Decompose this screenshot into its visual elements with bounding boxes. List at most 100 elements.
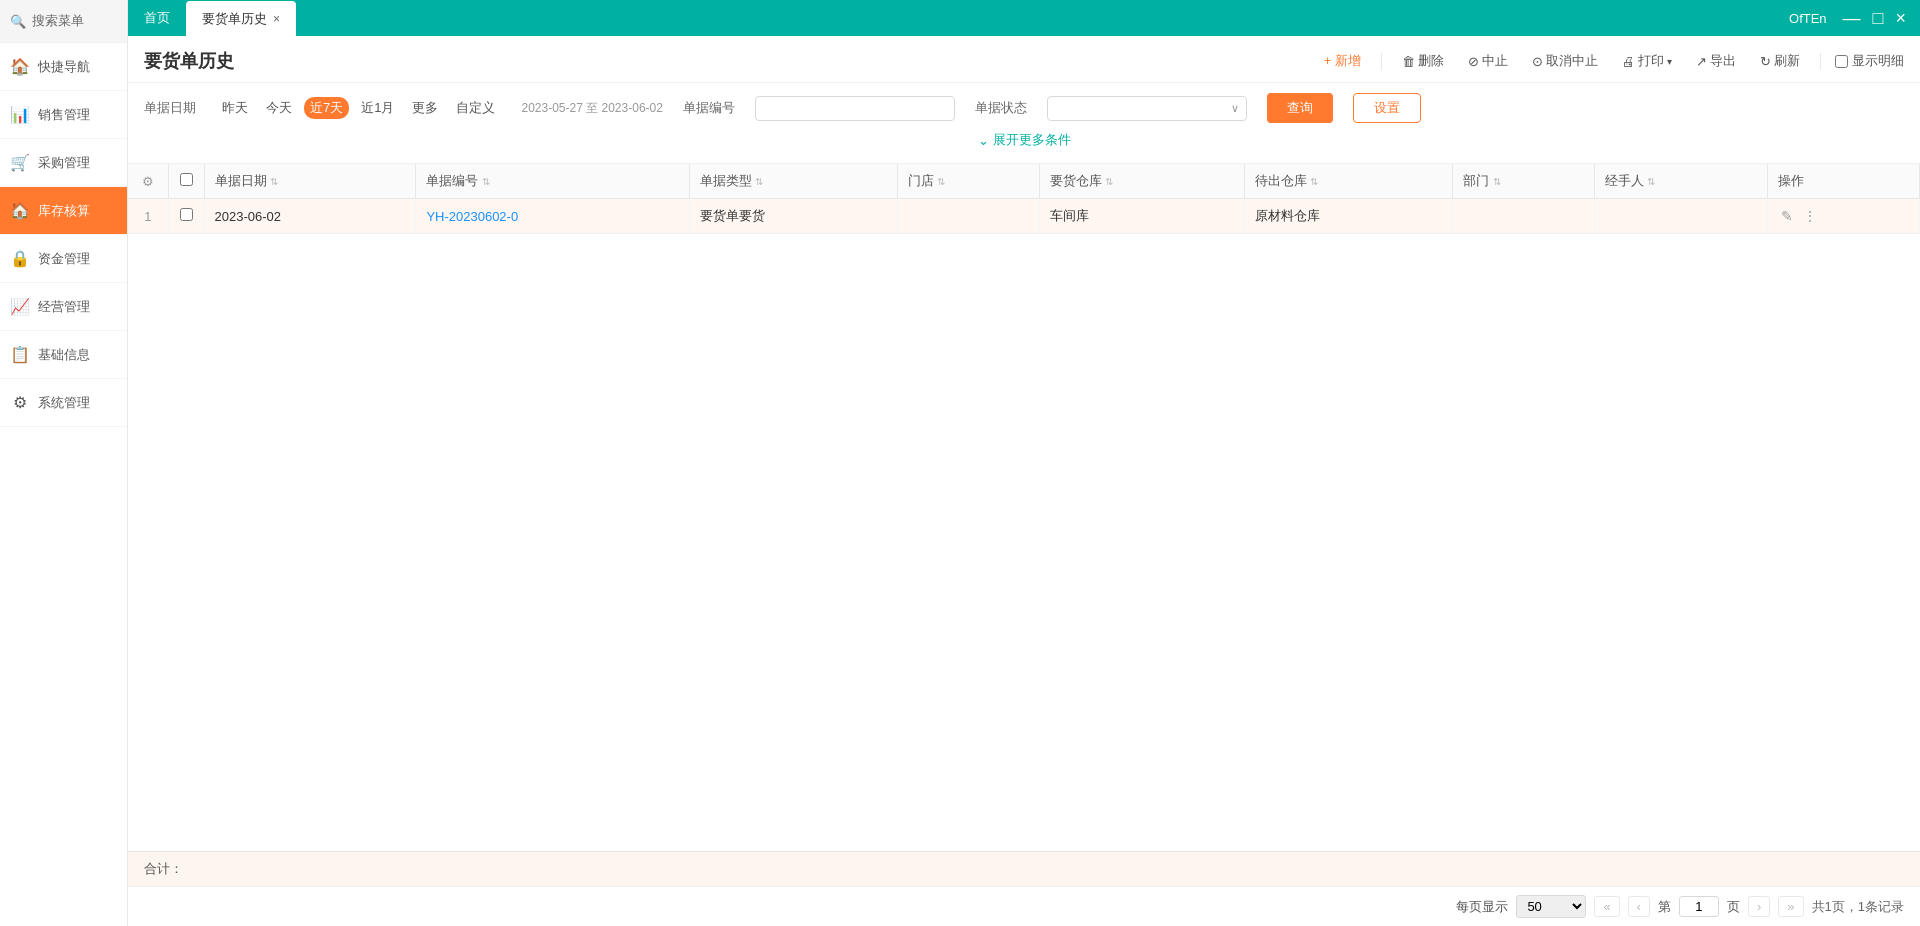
filter-area: 单据日期 昨天 今天 近7天 近1月 更多 自定义 2023-05-27 至 2… <box>128 83 1920 164</box>
doc-number-input[interactable] <box>755 96 955 121</box>
cancel-stop-button[interactable]: ⊙ 取消中止 <box>1526 48 1604 74</box>
date-btn-custom[interactable]: 自定义 <box>450 97 501 119</box>
doc-number-label: 单据编号 <box>683 99 735 117</box>
cancel-stop-icon: ⊙ <box>1532 54 1543 69</box>
new-button[interactable]: + 新增 <box>1318 48 1367 74</box>
row-doc-date: 2023-06-02 <box>204 199 416 234</box>
tab-home[interactable]: 首页 <box>128 0 186 36</box>
header-actions: + 新增 🗑 删除 ⊘ 中止 ⊙ 取消中止 🖨 打印 ▾ <box>1318 48 1904 74</box>
home-icon: 🏠 <box>10 57 30 76</box>
top-bar-right: OfTEn — □ × <box>1789 8 1920 29</box>
row-edit-icon[interactable]: ✎ <box>1778 208 1796 224</box>
sidebar-item-finance[interactable]: 🔒 资金管理 <box>0 235 127 283</box>
refresh-icon: ↻ <box>1760 54 1771 69</box>
summary-bar: 合计： <box>128 851 1920 886</box>
col-doc-number-label: 单据编号 <box>426 173 478 188</box>
sidebar-search[interactable]: 🔍 搜索菜单 <box>0 0 127 43</box>
date-btn-7days[interactable]: 近7天 <box>304 97 349 119</box>
print-dropdown-icon: ▾ <box>1667 56 1672 67</box>
doc-status-select[interactable] <box>1047 96 1247 121</box>
settings-button[interactable]: 设置 <box>1353 93 1421 123</box>
sidebar-item-basic-info[interactable]: 📋 基础信息 <box>0 331 127 379</box>
sidebar-item-sales[interactable]: 📊 销售管理 <box>0 91 127 139</box>
sidebar-item-inventory[interactable]: 🏠 库存核算 <box>0 187 127 235</box>
stop-button[interactable]: ⊘ 中止 <box>1462 48 1514 74</box>
refresh-button[interactable]: ↻ 刷新 <box>1754 48 1806 74</box>
search-button[interactable]: 查询 <box>1267 93 1333 123</box>
date-range-display: 2023-05-27 至 2023-06-02 <box>521 100 662 117</box>
row-handler <box>1594 199 1767 234</box>
divider-1 <box>1381 53 1382 69</box>
per-page-label: 每页显示 <box>1456 898 1508 916</box>
export-icon: ↗ <box>1696 54 1707 69</box>
tab-current[interactable]: 要货单历史 × <box>186 1 296 37</box>
row-more-icon[interactable]: ⋮ <box>1800 208 1820 224</box>
per-page-select[interactable]: 50 100 200 <box>1516 895 1586 918</box>
sort-doc-date-icon[interactable]: ⇅ <box>270 176 278 187</box>
date-btn-today[interactable]: 今天 <box>260 97 298 119</box>
sidebar-item-operations[interactable]: 📈 经营管理 <box>0 283 127 331</box>
first-page-button[interactable]: « <box>1594 896 1619 917</box>
minimize-button[interactable]: — <box>1839 8 1865 29</box>
print-button[interactable]: 🖨 打印 ▾ <box>1616 48 1678 74</box>
last-page-button[interactable]: » <box>1778 896 1803 917</box>
page-label: 第 <box>1658 898 1671 916</box>
col-store-label: 门店 <box>908 173 934 188</box>
stop-label: 中止 <box>1482 52 1508 70</box>
sort-store-icon[interactable]: ⇅ <box>937 176 945 187</box>
page-unit: 页 <box>1727 898 1740 916</box>
select-all-checkbox[interactable] <box>180 173 193 186</box>
sort-req-warehouse-icon[interactable]: ⇅ <box>1105 176 1113 187</box>
display-detail-checkbox[interactable] <box>1835 55 1848 68</box>
col-doc-type: 单据类型 ⇅ <box>689 164 897 199</box>
row-checkbox[interactable] <box>180 208 193 221</box>
date-btn-more[interactable]: 更多 <box>406 97 444 119</box>
chart-icon: 📊 <box>10 105 30 124</box>
delete-button[interactable]: 🗑 删除 <box>1396 48 1450 74</box>
sidebar-item-system[interactable]: ⚙ 系统管理 <box>0 379 127 427</box>
cancel-stop-label: 取消中止 <box>1546 52 1598 70</box>
sidebar-item-quick-nav[interactable]: 🏠 快捷导航 <box>0 43 127 91</box>
sort-dept-icon[interactable]: ⇅ <box>1493 176 1501 187</box>
col-dept-label: 部门 <box>1463 173 1489 188</box>
brand-label: OfTEn <box>1789 11 1827 26</box>
col-pending-warehouse-label: 待出仓库 <box>1255 173 1307 188</box>
row-store <box>897 199 1039 234</box>
sidebar-item-label: 采购管理 <box>38 154 90 172</box>
tab-close-icon[interactable]: × <box>273 12 280 26</box>
maximize-button[interactable]: □ <box>1869 8 1888 29</box>
row-req-warehouse: 车间库 <box>1039 199 1244 234</box>
col-settings[interactable]: ⚙ <box>128 164 168 199</box>
date-btn-1month[interactable]: 近1月 <box>355 97 400 119</box>
row-checkbox-cell <box>168 199 204 234</box>
sort-doc-type-icon[interactable]: ⇅ <box>755 176 763 187</box>
search-icon: 🔍 <box>10 14 26 29</box>
export-label: 导出 <box>1710 52 1736 70</box>
stop-icon: ⊘ <box>1468 54 1479 69</box>
col-operation-label: 操作 <box>1778 173 1804 188</box>
main-area: 首页 要货单历史 × OfTEn — □ × 要货单历史 + 新增 🗑 删除 <box>128 0 1920 926</box>
sort-pending-warehouse-icon[interactable]: ⇅ <box>1310 176 1318 187</box>
row-doc-type: 要货单要货 <box>689 199 897 234</box>
total-info: 共1页，1条记录 <box>1812 898 1904 916</box>
date-btn-yesterday[interactable]: 昨天 <box>216 97 254 119</box>
next-page-button[interactable]: › <box>1748 896 1770 917</box>
expand-button[interactable]: ⌄ 展开更多条件 <box>970 127 1079 153</box>
doc-status-label: 单据状态 <box>975 99 1027 117</box>
prev-page-button[interactable]: ‹ <box>1628 896 1650 917</box>
sort-handler-icon[interactable]: ⇅ <box>1647 176 1655 187</box>
sidebar-item-label: 库存核算 <box>38 202 90 220</box>
export-button[interactable]: ↗ 导出 <box>1690 48 1742 74</box>
col-dept: 部门 ⇅ <box>1452 164 1594 199</box>
display-detail-toggle[interactable]: 显示明细 <box>1835 52 1904 70</box>
delete-label: 删除 <box>1418 52 1444 70</box>
sort-doc-number-icon[interactable]: ⇅ <box>482 176 490 187</box>
close-button[interactable]: × <box>1891 8 1910 29</box>
col-req-warehouse-label: 要货仓库 <box>1050 173 1102 188</box>
row-doc-number[interactable]: YH-20230602-0 <box>416 199 689 234</box>
display-detail-label: 显示明细 <box>1852 52 1904 70</box>
table-header: ⚙ 单据日期 ⇅ 单据编号 ⇅ 单据类型 <box>128 164 1920 199</box>
page-number-input[interactable] <box>1679 896 1719 917</box>
sidebar-item-purchase[interactable]: 🛒 采购管理 <box>0 139 127 187</box>
col-doc-date: 单据日期 ⇅ <box>204 164 416 199</box>
